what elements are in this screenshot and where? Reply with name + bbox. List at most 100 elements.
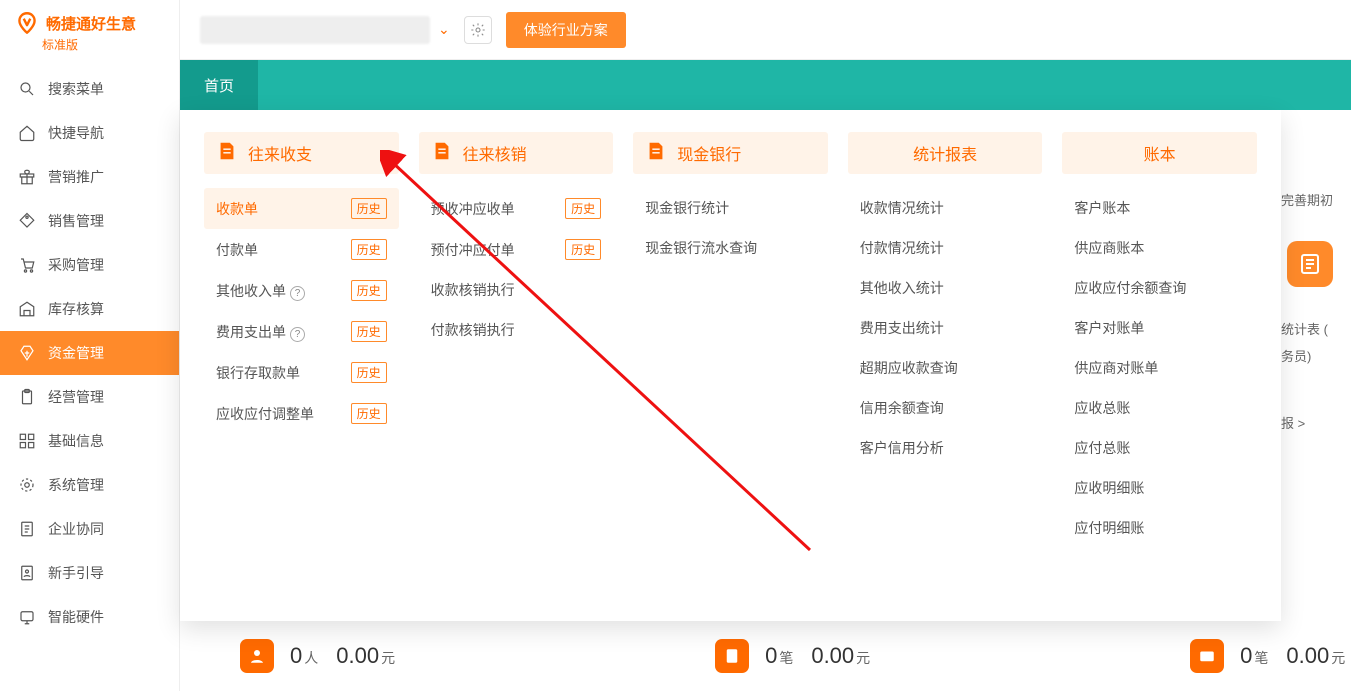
- history-tag[interactable]: 历史: [565, 239, 601, 260]
- mega-menu-item[interactable]: 现金银行统计: [633, 188, 828, 228]
- history-tag[interactable]: 历史: [351, 321, 387, 342]
- mega-menu-item[interactable]: 收款单历史: [204, 188, 399, 229]
- home-icon: [18, 124, 36, 142]
- help-icon[interactable]: ?: [290, 286, 305, 301]
- chevron-down-icon: ⌄: [438, 21, 450, 38]
- sidebar-item-tag[interactable]: 销售管理: [0, 199, 179, 243]
- mega-menu-item[interactable]: 预付冲应付单 历史: [419, 229, 614, 270]
- mega-column-header: 账本: [1062, 132, 1257, 174]
- mega-menu-item[interactable]: 应收明细账: [1062, 468, 1257, 508]
- mega-menu-item[interactable]: 应付明细账: [1062, 508, 1257, 548]
- mega-column-title: 往来收支: [248, 141, 312, 165]
- document-icon: [645, 140, 667, 167]
- mega-item-label: 供应商账本: [1074, 238, 1144, 258]
- stat-count-unit: 笔: [779, 650, 793, 666]
- mega-column-header: 往来收支: [204, 132, 399, 174]
- sidebar-item-search[interactable]: 搜索菜单: [0, 67, 179, 111]
- mega-item-label: 付款核销执行: [431, 320, 515, 340]
- mega-menu-item[interactable]: 付款情况统计: [848, 228, 1043, 268]
- tag-icon: [18, 212, 36, 230]
- mega-menu-item[interactable]: 应收应付调整单历史: [204, 393, 399, 434]
- mega-item-label: 应收总账: [1074, 398, 1130, 418]
- money-icon: [18, 344, 36, 362]
- mega-menu-item[interactable]: 收款情况统计: [848, 188, 1043, 228]
- mega-menu-item[interactable]: 应收总账: [1062, 388, 1257, 428]
- history-tag[interactable]: 历史: [351, 198, 387, 219]
- tab-home[interactable]: 首页: [180, 60, 258, 110]
- mega-column: 往来核销预收冲应收单历史预付冲应付单历史收款核销执行付款核销执行: [419, 132, 614, 599]
- sidebar-item-gear[interactable]: 系统管理: [0, 463, 179, 507]
- mega-menu-item[interactable]: 银行存取款单历史: [204, 352, 399, 393]
- sidebar-item-clipboard[interactable]: 经营管理: [0, 375, 179, 419]
- content-area: 往来收支收款单历史付款单历史其他收入单?历史费用支出单?历史银行存取款单历史应收…: [180, 110, 1351, 691]
- stat-amount: 0.00: [336, 643, 379, 668]
- history-tag[interactable]: 历史: [351, 239, 387, 260]
- mega-menu-item[interactable]: 付款单 历史: [204, 229, 399, 270]
- mega-item-label: 收款情况统计: [860, 198, 944, 218]
- mega-item-label: 应收应付余额查询: [1074, 278, 1186, 298]
- mega-menu-item[interactable]: 信用余额查询: [848, 388, 1043, 428]
- mega-item-label: 应付明细账: [1074, 518, 1144, 538]
- mega-menu-item[interactable]: 超期应收款查询: [848, 348, 1043, 388]
- mega-item-label: 供应商对账单: [1074, 358, 1158, 378]
- mega-menu-item[interactable]: 供应商对账单: [1062, 348, 1257, 388]
- grid-icon: [18, 432, 36, 450]
- sidebar-item-warehouse[interactable]: 库存核算: [0, 287, 179, 331]
- sidebar-item-book[interactable]: 新手引导: [0, 551, 179, 595]
- mega-item-label: 付款单: [216, 240, 258, 260]
- peek-line-3: 务员): [1281, 346, 1311, 365]
- sidebar-item-label: 库存核算: [48, 299, 104, 319]
- mega-menu-item[interactable]: 费用支出统计: [848, 308, 1043, 348]
- document-icon: [431, 140, 453, 167]
- sidebar-item-gift[interactable]: 营销推广: [0, 155, 179, 199]
- org-selector[interactable]: ⌄: [200, 16, 450, 44]
- mega-menu-item[interactable]: 现金银行流水查询: [633, 228, 828, 268]
- mega-menu-item[interactable]: 收款核销执行: [419, 270, 614, 310]
- sidebar-item-money[interactable]: 资金管理: [0, 331, 179, 375]
- mega-item-label: 其他收入单?: [216, 281, 305, 301]
- sidebar-item-home[interactable]: 快捷导航: [0, 111, 179, 155]
- quick-action-icon[interactable]: [1287, 241, 1333, 287]
- sidebar-item-label: 系统管理: [48, 475, 104, 495]
- mega-item-label: 应收明细账: [1074, 478, 1144, 498]
- help-icon[interactable]: ?: [290, 327, 305, 342]
- mega-menu-item[interactable]: 客户信用分析: [848, 428, 1043, 468]
- mega-column: 账本客户账本供应商账本应收应付余额查询客户对账单供应商对账单应收总账应付总账应收…: [1062, 132, 1257, 599]
- cta-button[interactable]: 体验行业方案: [506, 12, 626, 48]
- mega-menu-item[interactable]: 预收冲应收单 历史: [419, 188, 614, 229]
- mega-item-label: 费用支出单?: [216, 322, 305, 342]
- mega-item-label: 预付冲应付单: [431, 240, 515, 260]
- mega-column-title: 账本: [1144, 141, 1176, 165]
- book-icon: [18, 564, 36, 582]
- mega-item-label: 预收冲应收单: [431, 199, 515, 219]
- history-tag[interactable]: 历史: [565, 198, 601, 219]
- peek-line-4: 报 >: [1281, 413, 1305, 432]
- stat-amount-unit: 元: [1331, 650, 1345, 666]
- sidebar-item-cart[interactable]: 采购管理: [0, 243, 179, 287]
- stat-count: 0: [290, 643, 302, 668]
- mega-menu-item[interactable]: 应收应付余额查询: [1062, 268, 1257, 308]
- history-tag[interactable]: 历史: [351, 403, 387, 424]
- mega-menu-item[interactable]: 供应商账本: [1062, 228, 1257, 268]
- device-icon: [18, 608, 36, 626]
- mega-menu-item[interactable]: 付款核销执行: [419, 310, 614, 350]
- sidebar-item-label: 快捷导航: [48, 123, 104, 143]
- brand-name: 畅捷通好生意: [46, 13, 136, 34]
- brand-mark-icon: [14, 10, 40, 36]
- mega-menu-item[interactable]: 费用支出单? 历史: [204, 311, 399, 352]
- sidebar-item-device[interactable]: 智能硬件: [0, 595, 179, 639]
- topbar: ⌄ 体验行业方案: [180, 0, 1351, 60]
- sidebar-item-grid[interactable]: 基础信息: [0, 419, 179, 463]
- sidebar-item-label: 基础信息: [48, 431, 104, 451]
- settings-button[interactable]: [464, 16, 492, 44]
- sidebar-item-doc[interactable]: 企业协同: [0, 507, 179, 551]
- gear-icon: [18, 476, 36, 494]
- mega-item-label: 现金银行流水查询: [645, 238, 757, 258]
- history-tag[interactable]: 历史: [351, 280, 387, 301]
- mega-menu-item[interactable]: 应付总账: [1062, 428, 1257, 468]
- mega-menu-item[interactable]: 客户账本: [1062, 188, 1257, 228]
- mega-menu-item[interactable]: 其他收入单? 历史: [204, 270, 399, 311]
- history-tag[interactable]: 历史: [351, 362, 387, 383]
- mega-menu-item[interactable]: 客户对账单: [1062, 308, 1257, 348]
- mega-menu-item[interactable]: 其他收入统计: [848, 268, 1043, 308]
